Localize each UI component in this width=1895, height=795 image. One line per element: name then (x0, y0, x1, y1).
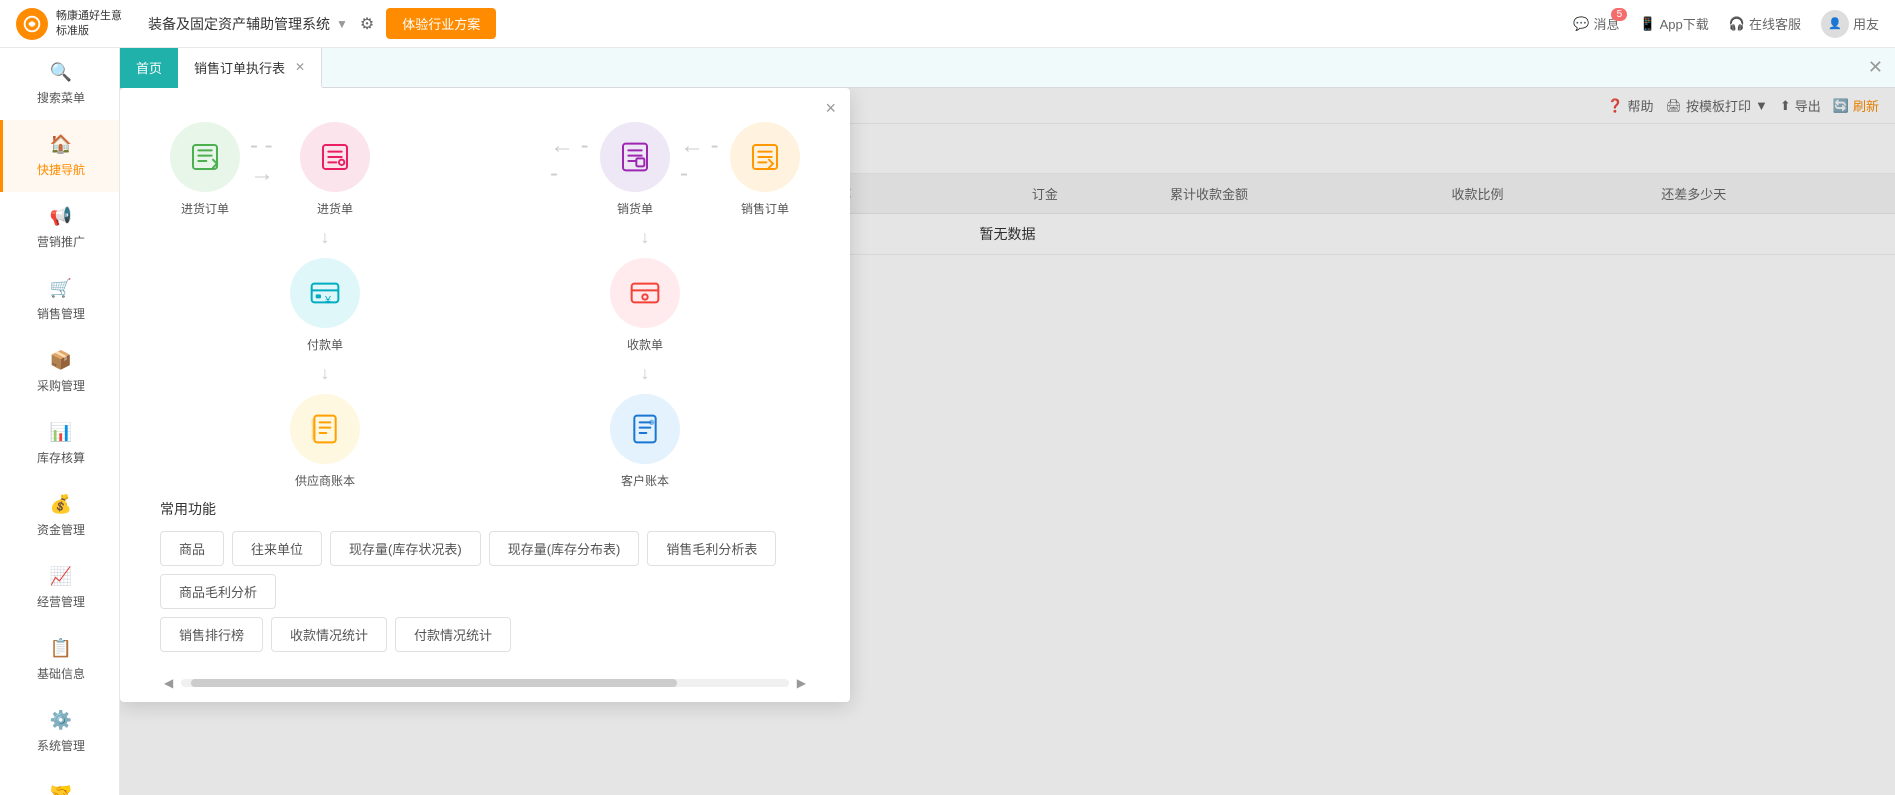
tab-home[interactable]: 首页 (120, 48, 178, 88)
customer-account-label: 客户账本 (621, 472, 669, 489)
tab-close-icon[interactable]: ✕ (295, 60, 305, 74)
sidebar-item-finance[interactable]: 💰 资金管理 (0, 480, 119, 552)
scrollbar-track (181, 679, 789, 687)
settings-icon[interactable]: ⚙ (360, 14, 374, 34)
purchase-order-icon (170, 122, 240, 192)
download-icon: 📱 (1639, 16, 1655, 32)
common-functions: 常用功能 商品 往来单位 现存量(库存状况表) 现存量(库存分布表) 销售毛利分… (120, 499, 850, 672)
flow-node-customer-account[interactable]: 客户账本 (590, 384, 700, 499)
cooperation-icon: 🤝 (50, 782, 72, 795)
flow-node-payment[interactable]: ¥ 付款单 (270, 248, 380, 363)
payment-label: 付款单 (307, 336, 343, 353)
func-btn-sales-rank[interactable]: 销售排行榜 (160, 617, 263, 652)
sidebar-item-basic[interactable]: 📋 基础信息 (0, 624, 119, 696)
system-title: 装备及固定资产辅助管理系统 ▼ (148, 14, 348, 34)
purchase-icon: 📦 (50, 350, 72, 371)
tab-sales-order-exec[interactable]: 销售订单执行表 ✕ (178, 48, 322, 88)
flow-node-sales-bill[interactable]: 销货单 (590, 112, 680, 227)
arrow-right-1: - - → (250, 132, 290, 208)
arrow-right-2: ← - - (680, 132, 720, 208)
sidebar: 🔍 搜索菜单 🏠 快捷导航 📢 营销推广 🛒 销售管理 📦 采购管理 📊 (0, 48, 120, 795)
operation-icon: 📈 (50, 566, 72, 587)
sidebar-item-quick[interactable]: 🏠 快捷导航 (0, 120, 119, 192)
message-icon: 💬 (1573, 16, 1589, 32)
func-btn-partner[interactable]: 往来单位 (232, 531, 322, 566)
func-btn-sales-gross[interactable]: 销售毛利分析表 (647, 531, 776, 566)
payment-icon: ¥ (290, 258, 360, 328)
scroll-right-icon[interactable]: ▶ (793, 676, 810, 690)
scroll-left-icon[interactable]: ◀ (160, 676, 177, 690)
sidebar-item-cooperation[interactable]: 🤝 企业协同 (0, 768, 119, 795)
finance-icon: 💰 (50, 494, 72, 515)
flow-node-supplier-account[interactable]: 供应商账本 (270, 384, 380, 499)
sidebar-item-marketing[interactable]: 📢 营销推广 (0, 192, 119, 264)
func-btn-payment-stat[interactable]: 付款情况统计 (395, 617, 511, 652)
modal-box: × (120, 88, 850, 702)
message-badge: 5 (1611, 8, 1627, 21)
customer-account-icon (610, 394, 680, 464)
sales-order-label: 销售订单 (741, 200, 789, 217)
user-action[interactable]: 👤 用友 (1821, 10, 1879, 38)
modal-overlay: × (120, 88, 1895, 795)
func-btn-stock-dist[interactable]: 现存量(库存分布表) (489, 531, 640, 566)
sales-order-icon (730, 122, 800, 192)
flow-node-purchase-bill[interactable]: 进货单 (290, 112, 380, 227)
message-action[interactable]: 💬 消息 5 (1573, 14, 1619, 33)
logo-text: 畅康通好生意 标准版 (56, 9, 122, 38)
basic-icon: 📋 (50, 638, 72, 659)
receipt-label: 收款单 (627, 336, 663, 353)
inventory-icon: 📊 (50, 422, 72, 443)
sidebar-item-search[interactable]: 🔍 搜索菜单 (0, 48, 119, 120)
supplier-account-label: 供应商账本 (295, 472, 355, 489)
scrollbar-thumb[interactable] (191, 679, 677, 687)
sales-icon: 🛒 (50, 278, 72, 299)
supplier-account-icon (290, 394, 360, 464)
app-download-action[interactable]: 📱 App下载 (1639, 14, 1708, 33)
sales-bill-icon (600, 122, 670, 192)
service-icon: 🎧 (1729, 16, 1745, 32)
sidebar-item-inventory[interactable]: 📊 库存核算 (0, 408, 119, 480)
trial-button[interactable]: 体验行业方案 (386, 8, 496, 39)
system-icon: ⚙️ (50, 710, 72, 731)
home-icon: 🏠 (50, 134, 72, 155)
function-buttons-row2: 销售排行榜 收款情况统计 付款情况统计 (160, 617, 810, 652)
flow-node-purchase-order[interactable]: 进货订单 (160, 112, 250, 227)
logo-icon (16, 8, 48, 40)
dropdown-arrow-icon[interactable]: ▼ (336, 17, 348, 31)
logo: 畅康通好生意 标准版 (16, 8, 136, 40)
window-close-icon[interactable]: ✕ (1868, 57, 1883, 78)
online-service-action[interactable]: 🎧 在线客服 (1729, 14, 1801, 33)
sidebar-item-system[interactable]: ⚙️ 系统管理 (0, 696, 119, 768)
arrow-left-1: ← - - (550, 132, 590, 208)
receipt-icon (610, 258, 680, 328)
search-icon: 🔍 (50, 62, 72, 83)
sidebar-item-operation[interactable]: 📈 经营管理 (0, 552, 119, 624)
purchase-order-label: 进货订单 (181, 200, 229, 217)
tab-bar: 首页 销售订单执行表 ✕ ✕ (120, 48, 1895, 88)
flow-node-receipt[interactable]: 收款单 (590, 248, 700, 363)
func-btn-stock-status[interactable]: 现存量(库存状况表) (330, 531, 481, 566)
func-btn-goods[interactable]: 商品 (160, 531, 224, 566)
flow-node-sales-order[interactable]: 销售订单 (720, 112, 810, 227)
func-btn-receipt-stat[interactable]: 收款情况统计 (271, 617, 387, 652)
purchase-bill-label: 进货单 (317, 200, 353, 217)
modal-close-button[interactable]: × (825, 98, 836, 119)
sales-bill-label: 销货单 (617, 200, 653, 217)
modal-scrollbar: ◀ ▶ (120, 672, 850, 702)
func-btn-goods-gross[interactable]: 商品毛利分析 (160, 574, 276, 609)
avatar: 👤 (1821, 10, 1849, 38)
page-content: ❓ 帮助 🖨 按模板打印 ▼ ⬆ 导出 🔄 刷新 (120, 88, 1895, 795)
marketing-icon: 📢 (50, 206, 72, 227)
flow-diagram: 进货订单 - - → (120, 88, 850, 499)
sidebar-item-purchase[interactable]: 📦 采购管理 (0, 336, 119, 408)
sidebar-item-sales[interactable]: 🛒 销售管理 (0, 264, 119, 336)
common-functions-title: 常用功能 (160, 499, 810, 519)
svg-text:¥: ¥ (324, 295, 331, 307)
purchase-bill-icon (300, 122, 370, 192)
function-buttons: 商品 往来单位 现存量(库存状况表) 现存量(库存分布表) 销售毛利分析表 商品… (160, 531, 810, 609)
